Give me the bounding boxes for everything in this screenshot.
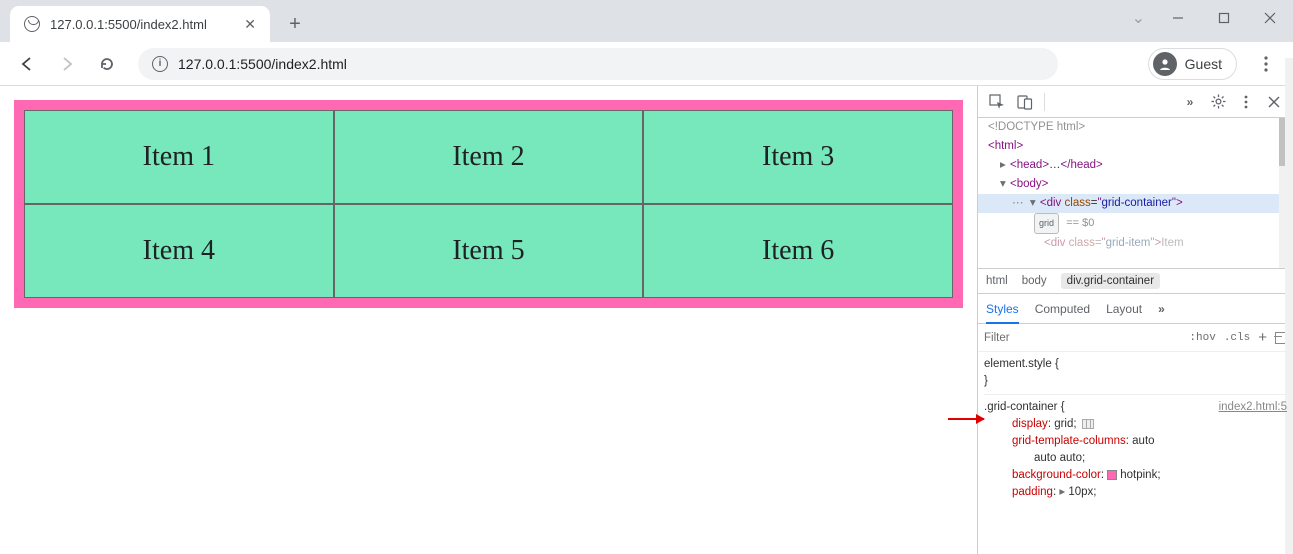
close-devtools-icon[interactable] [1261,89,1287,115]
site-info-icon[interactable]: i [152,56,168,72]
new-tab-button[interactable]: + [280,9,310,39]
annotation-arrow [948,418,984,420]
grid-container: Item 1 Item 2 Item 3 Item 4 Item 5 Item … [14,100,963,308]
grid-item: Item 3 [643,110,953,204]
grid-badge[interactable]: grid [1034,213,1059,234]
close-window-button[interactable] [1247,0,1293,36]
chevron-down-icon[interactable]: ⌄ [1132,8,1145,28]
crumb-body[interactable]: body [1022,275,1047,287]
breadcrumb[interactable]: html body div.grid-container [978,268,1293,294]
tab-strip: 127.0.0.1:5500/index2.html ✕ + [0,0,1293,42]
devtools-toolbar: » [978,86,1293,118]
styles-rules[interactable]: element.style { } .grid-container {index… [978,352,1293,554]
tab-layout[interactable]: Layout [1106,302,1142,316]
maximize-button[interactable] [1201,0,1247,36]
address-bar[interactable]: i 127.0.0.1:5500/index2.html [138,48,1058,80]
styles-tabs: Styles Computed Layout » [978,294,1293,324]
grid-item: Item 5 [334,204,644,298]
more-panels-icon[interactable]: » [1177,89,1203,115]
globe-icon [24,16,40,32]
minimize-button[interactable] [1155,0,1201,36]
device-toggle-icon[interactable] [1012,89,1038,115]
back-button[interactable] [10,47,44,81]
grid-item: Item 2 [334,110,644,204]
styles-filter-input[interactable]: Filter [984,332,1181,344]
settings-icon[interactable] [1205,89,1231,115]
profile-chip[interactable]: Guest [1148,48,1237,80]
page-viewport: Item 1 Item 2 Item 3 Item 4 Item 5 Item … [0,86,977,554]
more-style-tabs-icon[interactable]: » [1158,302,1165,316]
devtools-panel: » <!DOCTYPE html> <html> ▸<head>…</head>… [977,86,1293,554]
grid-item: Item 6 [643,204,953,298]
forward-button[interactable] [50,47,84,81]
elements-tree[interactable]: <!DOCTYPE html> <html> ▸<head>…</head> ▾… [978,118,1293,268]
url-text: 127.0.0.1:5500/index2.html [178,56,347,72]
close-tab-icon[interactable]: ✕ [244,16,256,33]
browser-toolbar: i 127.0.0.1:5500/index2.html Guest [0,42,1293,86]
reload-button[interactable] [90,47,124,81]
crumb-html[interactable]: html [986,275,1008,287]
devtools-menu-icon[interactable] [1233,89,1259,115]
window-controls: ⌄ [1132,0,1293,36]
grid-item: Item 4 [24,204,334,298]
inspect-element-icon[interactable] [984,89,1010,115]
tab-styles[interactable]: Styles [986,302,1019,324]
grid-item: Item 1 [24,110,334,204]
color-swatch[interactable] [1107,470,1117,480]
content-area: Item 1 Item 2 Item 3 Item 4 Item 5 Item … [0,86,1293,554]
browser-tab[interactable]: 127.0.0.1:5500/index2.html ✕ [10,6,270,42]
profile-label: Guest [1185,56,1222,72]
new-style-rule-icon[interactable]: + [1258,329,1267,346]
avatar-icon [1153,52,1177,76]
cls-toggle[interactable]: .cls [1224,332,1250,344]
selected-element[interactable]: ⋯ ▾<div class="grid-container"> [978,194,1293,213]
hov-toggle[interactable]: :hov [1189,332,1215,344]
tab-computed[interactable]: Computed [1035,302,1090,316]
grid-editor-icon[interactable] [1082,419,1094,429]
source-link[interactable]: index2.html:5 [1219,399,1287,416]
styles-filter-bar: Filter :hov .cls + [978,324,1293,352]
browser-menu-button[interactable] [1249,47,1283,81]
crumb-selected[interactable]: div.grid-container [1061,273,1160,289]
tab-title: 127.0.0.1:5500/index2.html [50,17,207,32]
